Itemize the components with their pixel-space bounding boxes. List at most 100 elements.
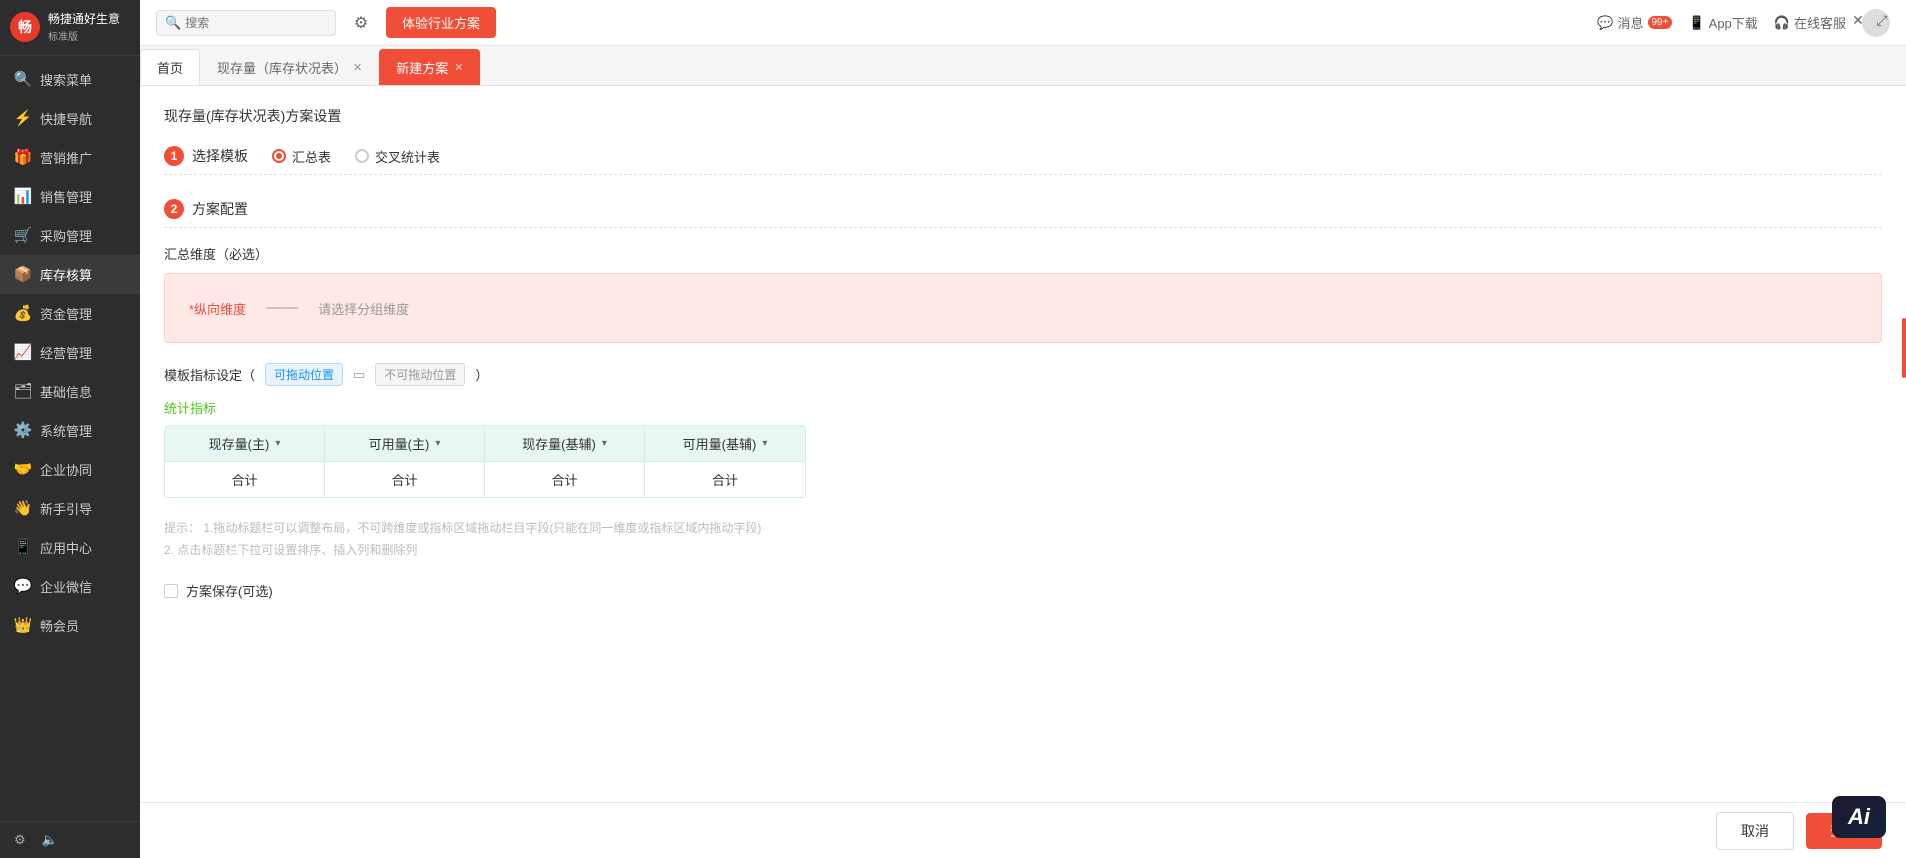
section-choose-template: 1 选择模板 汇总表 交叉统计表 [164,146,1882,175]
sidebar-label-system: 系统管理 [40,421,92,440]
sidebar-label-wechat: 企业微信 [40,577,92,596]
tab-inventory-close[interactable]: ✕ [353,61,362,74]
indicator-close-paren: ） [475,365,488,384]
radio-summary-label: 汇总表 [292,147,331,166]
logo-icon: 畅 [10,12,40,42]
window-controls: ✕ ⤢ [1850,12,1890,28]
dimension-label: 汇总维度（必选） [164,244,1882,263]
speaker-footer-icon[interactable]: 🔈 [42,832,58,848]
tab-inventory-label: 现存量（库存状况表） [217,58,347,77]
page-title: 现存量(库存状况表)方案设置 [164,106,1882,126]
sidebar-label-basic-info: 基础信息 [40,382,92,401]
sidebar-item-operation[interactable]: 📈 经营管理 [0,333,140,372]
stats-body-col-3: 合计 [485,462,645,497]
sidebar-item-agreement[interactable]: 🤝 企业协同 [0,450,140,489]
try-industry-button[interactable]: 体验行业方案 [386,7,496,38]
gear-icon: ⚙ [354,13,368,33]
main-content: 🔍 ⚙ 体验行业方案 💬 消息 99+ 📱 App下载 🎧 在线客服 [140,0,1906,858]
save-option[interactable]: 方案保存(可选) [164,581,1882,600]
sidebar-footer: ⚙ 🔈 [0,821,140,858]
settings-footer-icon[interactable]: ⚙ [14,832,26,848]
stats-col-3: 现存量(基辅) ▾ [485,426,645,462]
tab-inventory-status[interactable]: 现存量（库存状况表） ✕ [200,49,379,85]
tip-item-1: 提示： 1.拖动标题栏可以调整布局，不可跨维度或指标区域拖动栏目字段(只能在同一… [164,518,1882,540]
logo-text-block: 畅捷通好生意 标准版 [48,12,120,43]
stats-col1-label: 现存量(主) [209,434,270,453]
stats-table: 现存量(主) ▾ 可用量(主) ▾ [164,425,806,498]
chevron-down-icon-1: ▾ [275,438,280,449]
stats-body-col-2: 合计 [325,462,485,497]
stats-header-cell-1[interactable]: 现存量(主) ▾ [165,426,324,462]
quick-nav-icon: ⚡ [14,109,32,127]
expand-window-button[interactable]: ⤢ [1874,12,1890,28]
message-icon: 💬 [1597,15,1613,31]
app-badge: 标准版 [48,28,120,43]
cancel-button[interactable]: 取消 [1716,812,1794,850]
topbar-settings-button[interactable]: ⚙ [346,8,376,38]
close-window-button[interactable]: ✕ [1850,12,1866,28]
chevron-down-icon-4: ▾ [762,438,767,449]
sidebar-label-app-center: 应用中心 [40,538,92,557]
sidebar-item-member[interactable]: 👑 畅会员 [0,606,140,645]
tab-new-scheme-label: 新建方案 [396,58,448,77]
tips-section: 提示： 1.拖动标题栏可以调整布局，不可跨维度或指标区域拖动栏目字段(只能在同一… [164,518,1882,561]
sidebar-item-finance[interactable]: 💰 资金管理 [0,294,140,333]
stats-body-cell-1: 合计 [165,462,324,497]
messages-button[interactable]: 💬 消息 99+ [1597,13,1672,32]
sidebar-label-inventory: 库存核算 [40,265,92,284]
app-name: 畅捷通好生意 [48,12,120,28]
online-service-label: 在线客服 [1794,13,1846,32]
sidebar-item-search-menu[interactable]: 🔍 搜索菜单 [0,60,140,99]
stats-table-body: 合计 合计 合计 合计 [165,462,805,497]
online-service-button[interactable]: 🎧 在线客服 [1774,13,1846,32]
sidebar-label-search-menu: 搜索菜单 [40,70,92,89]
sidebar-item-wechat[interactable]: 💬 企业微信 [0,567,140,606]
radio-summary[interactable]: 汇总表 [272,147,331,166]
sidebar-item-new-guide[interactable]: 👋 新手引导 [0,489,140,528]
tabs-bar: 首页 现存量（库存状况表） ✕ 新建方案 ✕ [140,46,1906,86]
stats-header-cell-2[interactable]: 可用量(主) ▾ [325,426,484,462]
marketing-icon: 🎁 [14,148,32,166]
stats-table-header: 现存量(主) ▾ 可用量(主) ▾ [165,426,805,462]
stats-header-cell-3[interactable]: 现存量(基辅) ▾ [485,426,644,462]
sidebar-item-quick-nav[interactable]: ⚡ 快捷导航 [0,99,140,138]
tab-home[interactable]: 首页 [140,49,200,85]
sidebar-item-inventory[interactable]: 📦 库存核算 [0,255,140,294]
topbar-right: 💬 消息 99+ 📱 App下载 🎧 在线客服 [1597,9,1890,37]
page-content: 现存量(库存状况表)方案设置 1 选择模板 汇总表 交叉统计表 [140,86,1906,802]
app-center-icon: 📱 [14,538,32,556]
indicator-label-row: 模板指标设定（ 可拖动位置 ▭ 不可拖动位置 ） [164,363,1882,386]
undraggable-badge: 不可拖动位置 [375,363,465,386]
purchase-icon: 🛒 [14,226,32,244]
chevron-down-icon-3: ▾ [602,438,607,449]
tab-new-scheme[interactable]: 新建方案 ✕ [379,49,480,85]
indicator-separator: ▭ [353,367,365,383]
phone-icon: 📱 [1688,15,1704,31]
sidebar-label-quick-nav: 快捷导航 [40,109,92,128]
radio-summary-dot [272,149,286,163]
save-checkbox[interactable] [164,584,178,598]
stats-header-cell-4[interactable]: 可用量(基辅) ▾ [645,426,805,462]
ai-badge[interactable]: Ai [1832,796,1886,838]
scrollbar-indicator[interactable] [1902,318,1906,378]
template-radio-group: 汇总表 交叉统计表 [272,147,440,166]
search-input[interactable] [185,16,327,30]
dimension-box[interactable]: *纵向维度 —— 请选择分组维度 [164,273,1882,343]
messages-badge: 99+ [1648,16,1673,29]
wechat-icon: 💬 [14,577,32,595]
sidebar-item-marketing[interactable]: 🎁 营销推广 [0,138,140,177]
sidebar-item-purchase[interactable]: 🛒 采购管理 [0,216,140,255]
sidebar-item-basic-info[interactable]: 🗂 基础信息 [0,372,140,411]
sidebar-label-agreement: 企业协同 [40,460,92,479]
tab-new-scheme-close[interactable]: ✕ [454,61,463,74]
stats-body-col-1: 合计 [165,462,325,497]
section2-header: 2 方案配置 [164,199,1882,228]
sidebar-item-sales[interactable]: 📊 销售管理 [0,177,140,216]
radio-cross[interactable]: 交叉统计表 [355,147,440,166]
dimension-required-text: *纵向维度 [189,299,246,318]
search-icon: 🔍 [14,70,32,88]
sidebar-item-app-center[interactable]: 📱 应用中心 [0,528,140,567]
topbar-search-box[interactable]: 🔍 [156,10,336,36]
app-download-button[interactable]: 📱 App下载 [1688,13,1757,32]
sidebar-item-system[interactable]: ⚙️ 系统管理 [0,411,140,450]
